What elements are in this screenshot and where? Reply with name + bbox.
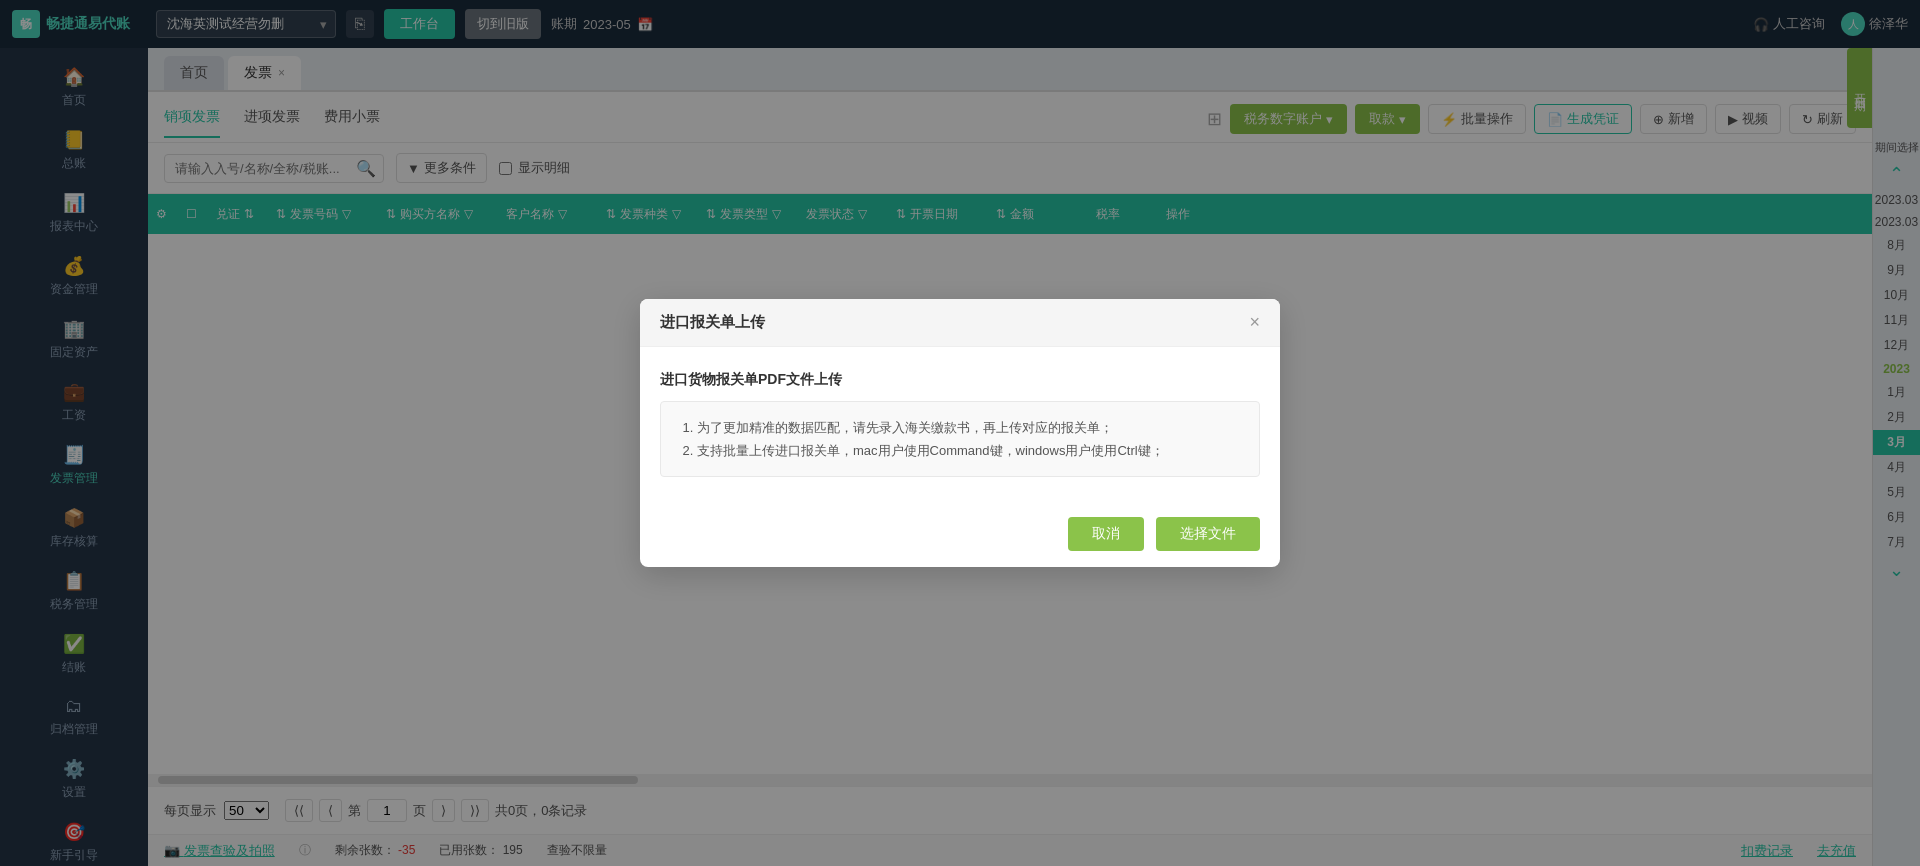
- modal-title: 进口报关单上传: [660, 313, 765, 332]
- modal-dialog: 进口报关单上传 × 进口货物报关单PDF文件上传 为了更加精准的数据匹配，请先录…: [640, 299, 1280, 568]
- modal-body: 进口货物报关单PDF文件上传 为了更加精准的数据匹配，请先录入海关缴款书，再上传…: [640, 347, 1280, 502]
- modal-overlay: 进口报关单上传 × 进口货物报关单PDF文件上传 为了更加精准的数据匹配，请先录…: [0, 0, 1920, 866]
- modal-header: 进口报关单上传 ×: [640, 299, 1280, 347]
- modal-select-file-button[interactable]: 选择文件: [1156, 517, 1260, 551]
- instruction-1: 为了更加精准的数据匹配，请先录入海关缴款书，再上传对应的报关单；: [697, 416, 1243, 439]
- modal-cancel-button[interactable]: 取消: [1068, 517, 1144, 551]
- modal-close-button[interactable]: ×: [1249, 313, 1260, 331]
- instruction-2: 支持批量上传进口报关单，mac用户使用Command键，windows用户使用C…: [697, 439, 1243, 462]
- modal-upload-title: 进口货物报关单PDF文件上传: [660, 371, 1260, 389]
- modal-instructions: 为了更加精准的数据匹配，请先录入海关缴款书，再上传对应的报关单； 支持批量上传进…: [660, 401, 1260, 478]
- modal-footer: 取消 选择文件: [640, 501, 1280, 567]
